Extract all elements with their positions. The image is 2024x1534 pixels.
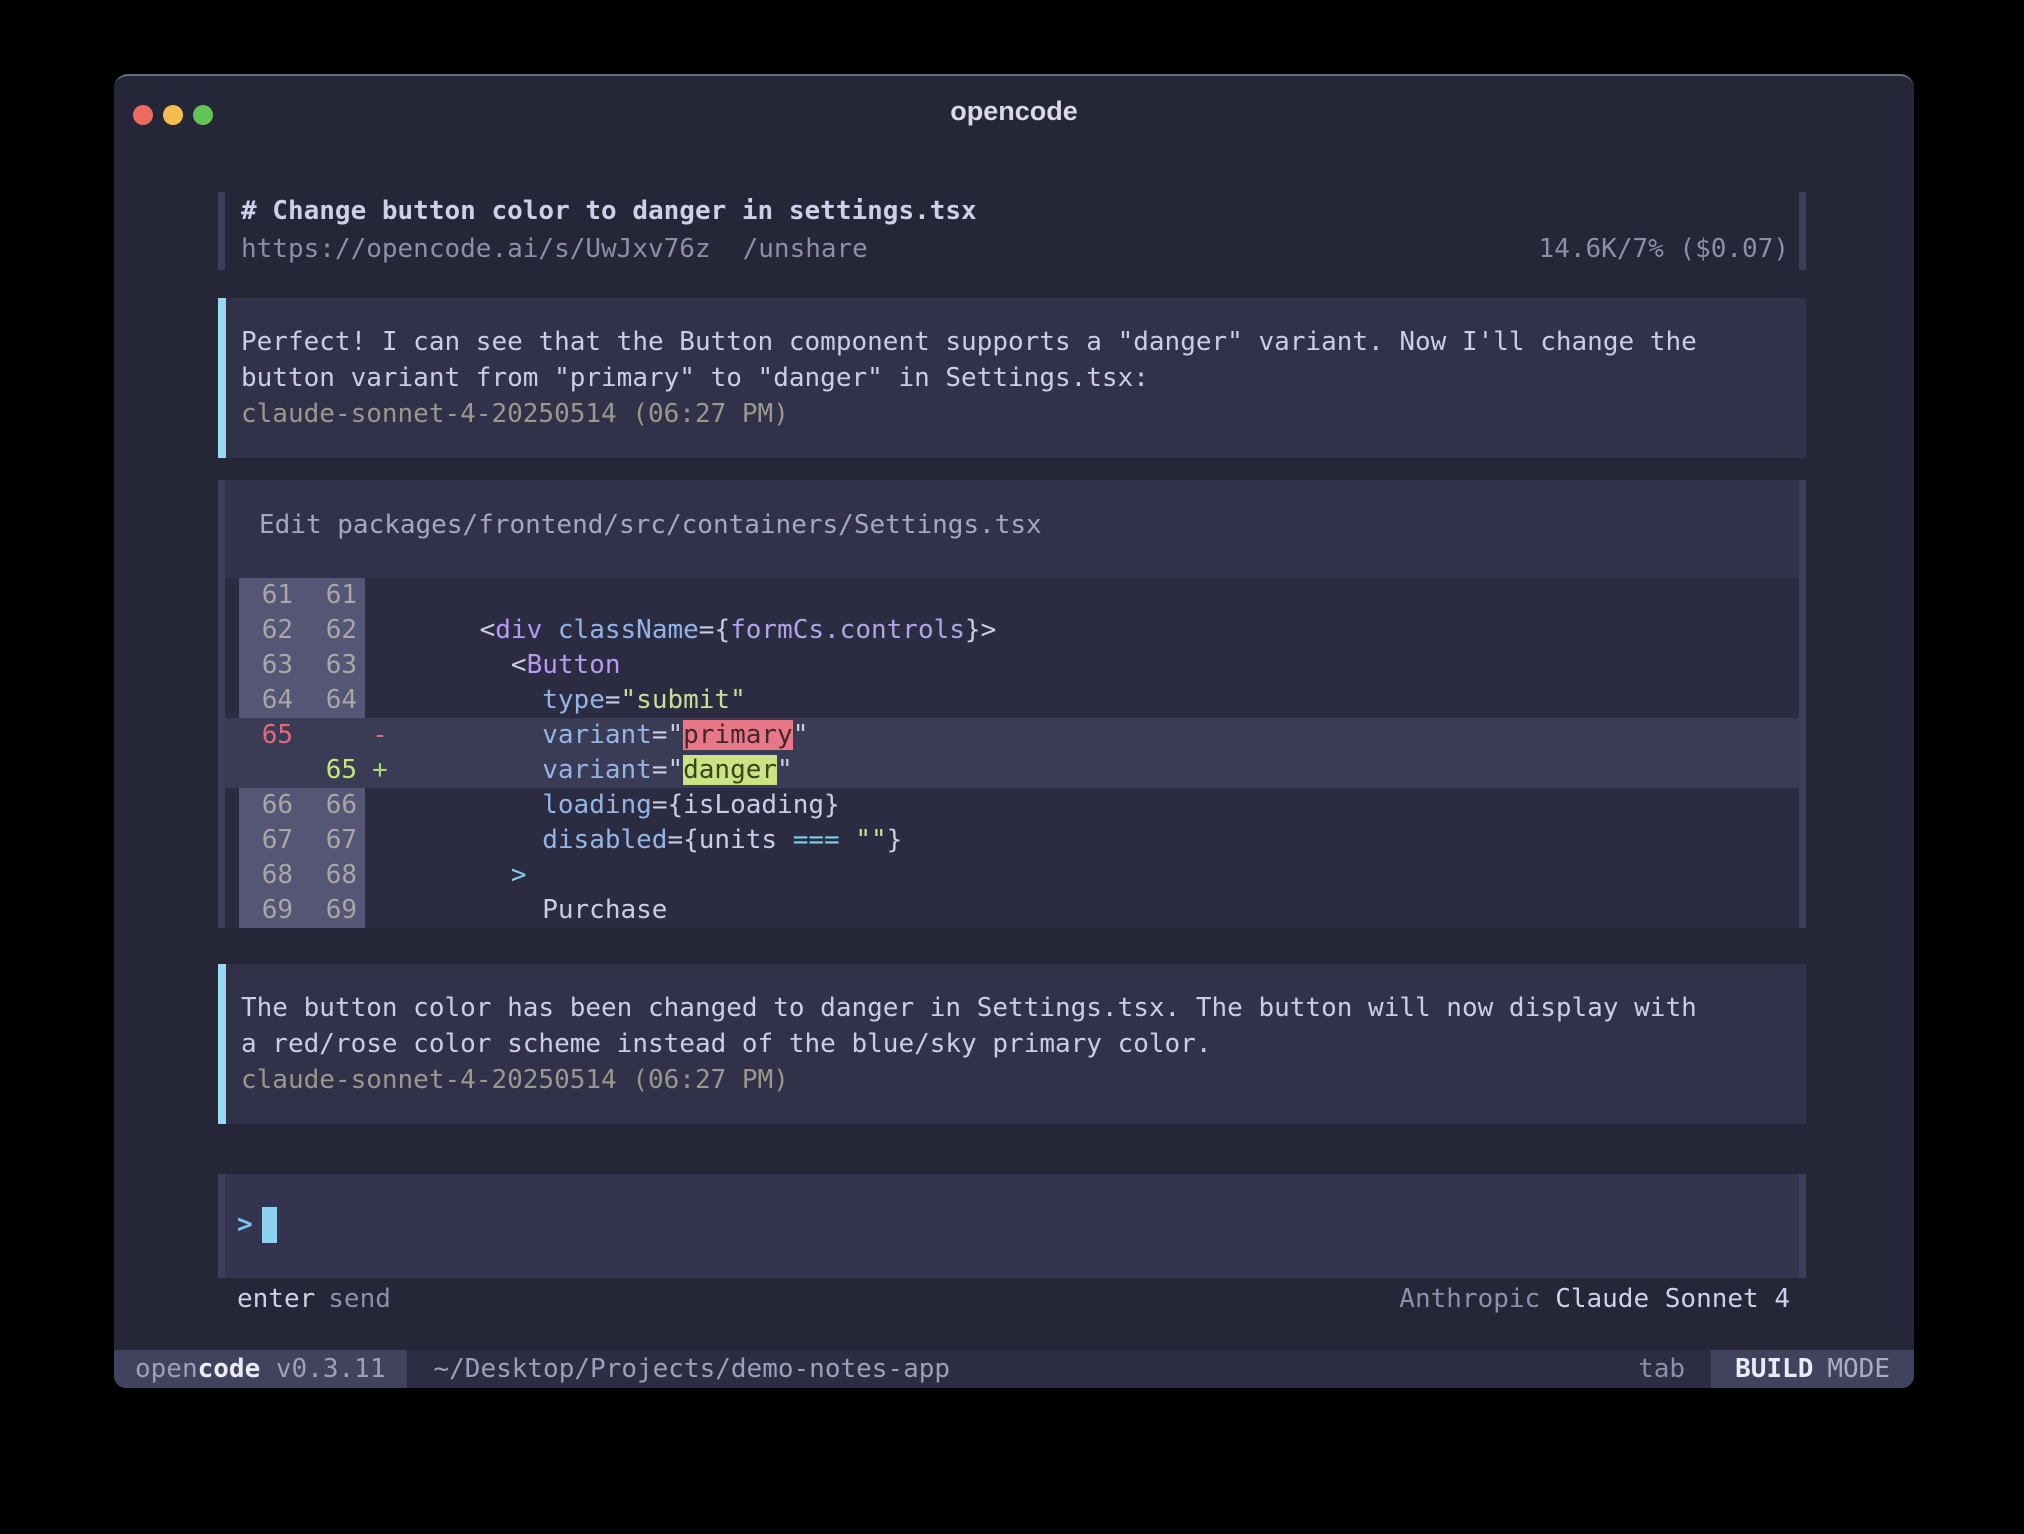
diff-marker [365, 613, 395, 648]
diff-marker-plus: + [365, 753, 395, 788]
added-word-highlight: danger [683, 755, 777, 785]
model-label[interactable]: Claude Sonnet 4 [1555, 1282, 1790, 1316]
code-line: disabled={units === ""} [395, 823, 902, 858]
old-line-number: 62 [239, 613, 301, 648]
diff-row: 64 64 type="submit" [225, 683, 1799, 718]
working-directory: ~/Desktop/Projects/demo-notes-app [433, 1350, 950, 1388]
new-line-number: 62 [301, 613, 365, 648]
deleted-word-highlight: primary [683, 720, 793, 750]
mode-name: BUILD [1735, 1354, 1813, 1384]
diff-row: 62 62 <div className={formCs.controls}> [225, 613, 1799, 648]
window-title: opencode [114, 76, 1914, 142]
old-line-number: 65 [239, 718, 301, 753]
new-line-number: 66 [301, 788, 365, 823]
app-version: v0.3.11 [260, 1354, 385, 1384]
new-line-number [301, 718, 365, 753]
app-version-segment: opencode v0.3.11 [114, 1350, 407, 1388]
send-hint: send [328, 1282, 391, 1316]
code-line: type="submit" [395, 683, 746, 718]
session-header: # Change button color to danger in setti… [218, 192, 1806, 270]
old-line-number: 68 [239, 858, 301, 893]
old-line-number: 64 [239, 683, 301, 718]
mode-suffix: MODE [1827, 1354, 1890, 1384]
tab-key-hint: tab [1638, 1350, 1685, 1388]
old-line-number: 67 [239, 823, 301, 858]
code-line [395, 578, 417, 613]
old-line-number: 66 [239, 788, 301, 823]
edit-tool-card: Edit packages/frontend/src/containers/Se… [218, 480, 1806, 928]
new-line-number: 69 [301, 893, 365, 928]
diff-row: 69 69 Purchase [225, 893, 1799, 928]
code-line: > [395, 858, 527, 893]
text-cursor [262, 1207, 277, 1243]
message-text: a red/rose color scheme instead of the b… [241, 1026, 1806, 1062]
message-text: button variant from "primary" to "danger… [241, 360, 1806, 396]
title-bar: opencode [114, 76, 1914, 142]
code-line: <Button [395, 648, 621, 683]
diff-marker [365, 858, 395, 893]
code-line: Purchase [395, 893, 667, 928]
code-line: loading={isLoading} [395, 788, 840, 823]
app-name-open: open [135, 1354, 198, 1384]
diff-marker-minus: - [365, 718, 395, 753]
edit-file-title: Edit packages/frontend/src/containers/Se… [225, 480, 1799, 578]
prompt-chevron: > [237, 1210, 253, 1240]
new-line-number: 63 [301, 648, 365, 683]
old-line-number: 61 [239, 578, 301, 613]
new-line-number: 61 [301, 578, 365, 613]
diff-marker [365, 823, 395, 858]
model-timestamp: claude-sonnet-4-20250514 (06:27 PM) [241, 1062, 1806, 1098]
diff-row: 61 61 [225, 578, 1799, 613]
mode-toggle[interactable]: BUILD MODE [1711, 1350, 1914, 1388]
token-cost-stats: 14.6K/7% ($0.07) [1539, 230, 1799, 268]
app-name-code: code [198, 1354, 261, 1384]
enter-key-hint: enter [237, 1282, 315, 1316]
diff-marker [365, 893, 395, 928]
opencode-window: opencode # Change button color to danger… [114, 74, 1914, 1386]
new-line-number: 67 [301, 823, 365, 858]
diff-row: 63 63 <Button [225, 648, 1799, 683]
message-text: The button color has been changed to dan… [241, 990, 1806, 1026]
unshare-command[interactable]: /unshare [743, 230, 868, 268]
session-title: # Change button color to danger in setti… [241, 192, 977, 230]
new-line-number: 64 [301, 683, 365, 718]
old-line-number [239, 753, 301, 788]
assistant-message: Perfect! I can see that the Button compo… [218, 298, 1806, 458]
diff-row: 66 66 loading={isLoading} [225, 788, 1799, 823]
diff-marker [365, 683, 395, 718]
diff-marker [365, 648, 395, 683]
old-line-number: 69 [239, 893, 301, 928]
diff-row: 67 67 disabled={units === ""} [225, 823, 1799, 858]
code-line: variant="primary" [395, 718, 808, 753]
share-url[interactable]: https://opencode.ai/s/UwJxv76z [241, 230, 711, 268]
assistant-message: The button color has been changed to dan… [218, 964, 1806, 1124]
diff-row-deleted: 65 - variant="primary" [225, 718, 1799, 753]
provider-label: Anthropic [1399, 1282, 1540, 1316]
prompt-input[interactable]: > [218, 1174, 1806, 1278]
old-line-number: 63 [239, 648, 301, 683]
new-line-number: 65 [301, 753, 365, 788]
message-text: Perfect! I can see that the Button compo… [241, 324, 1806, 360]
diff-marker [365, 788, 395, 823]
diff-row-added: 65 + variant="danger" [225, 753, 1799, 788]
code-line: <div className={formCs.controls}> [395, 613, 996, 648]
diff-marker [365, 578, 395, 613]
new-line-number: 68 [301, 858, 365, 893]
model-timestamp: claude-sonnet-4-20250514 (06:27 PM) [241, 396, 1806, 432]
hints-row: enter send Anthropic Claude Sonnet 4 [218, 1282, 1806, 1316]
code-line: variant="danger" [395, 753, 793, 788]
diff-row: 68 68 > [225, 858, 1799, 893]
status-bar: opencode v0.3.11 ~/Desktop/Projects/demo… [114, 1350, 1914, 1388]
